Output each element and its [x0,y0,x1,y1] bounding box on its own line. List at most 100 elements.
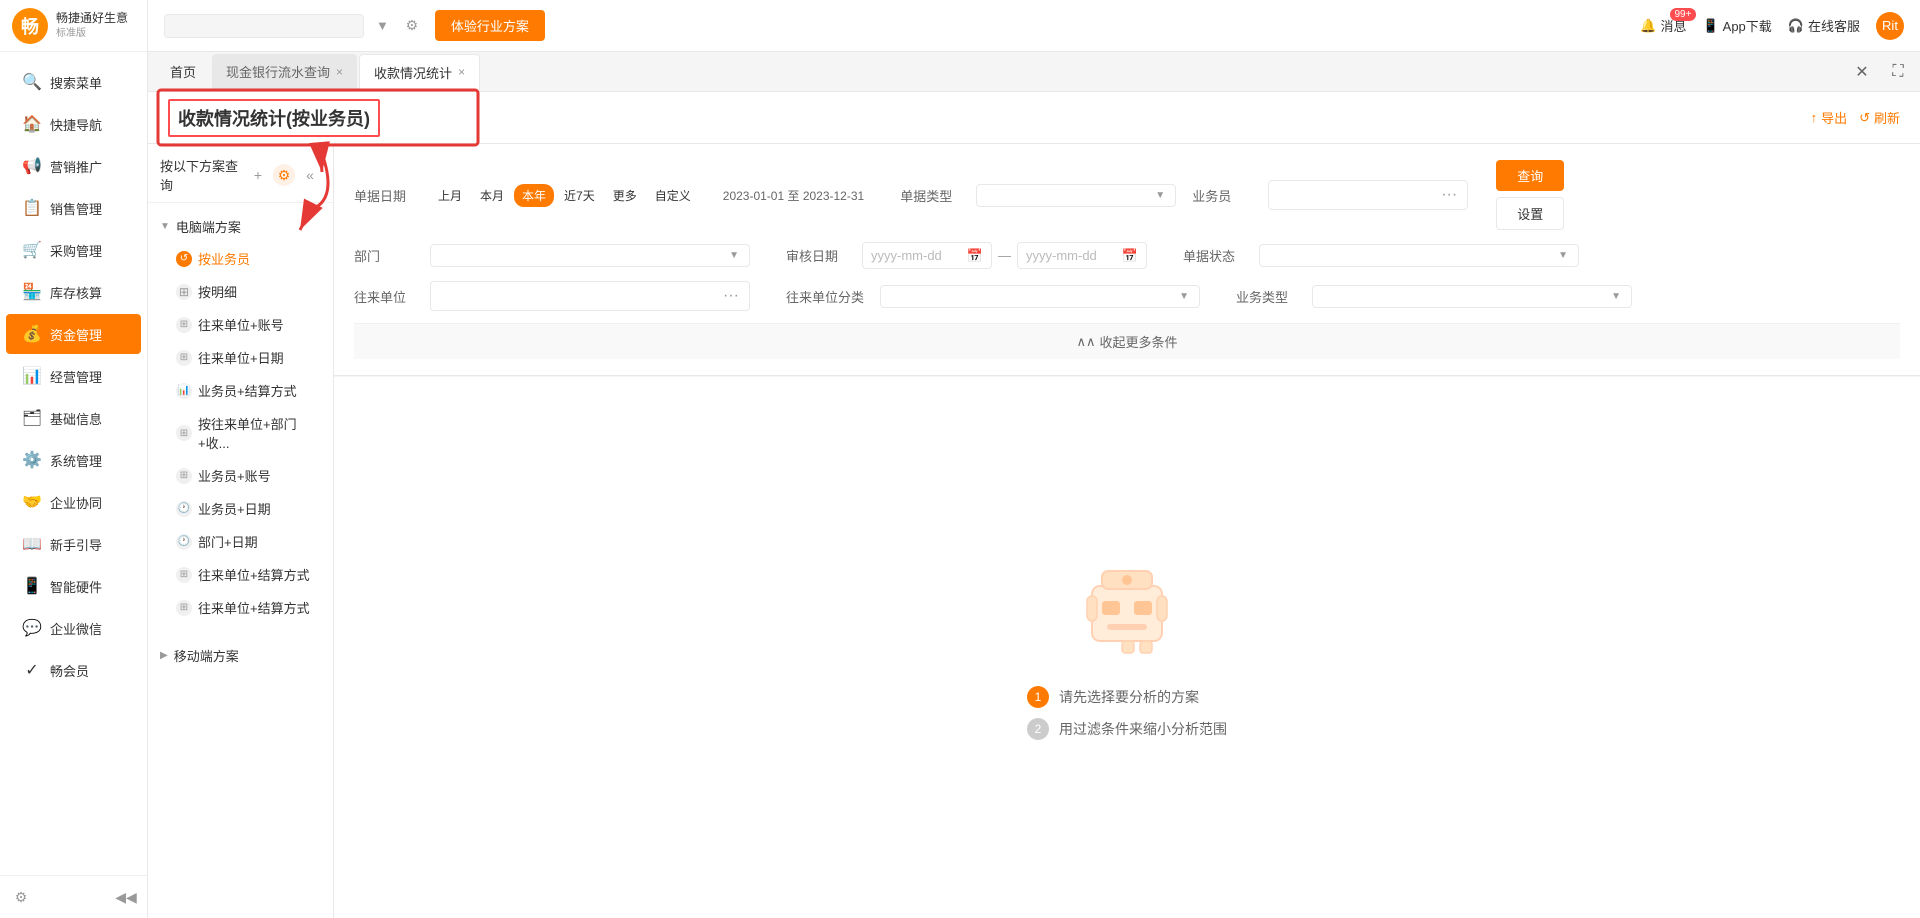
sidebar-item-sales[interactable]: 📋 销售管理 [6,188,141,228]
collapse-panel-icon[interactable]: « [299,164,321,186]
audit-date-end[interactable]: yyyy-mm-dd 📅 [1017,242,1147,269]
scheme-item-dept-date[interactable]: 🕐 部门+日期 [148,525,333,558]
counterpart-type-select[interactable]: ▼ [880,285,1200,308]
user-avatar[interactable]: Rit [1876,12,1904,40]
sidebar-item-label: 快捷导航 [50,115,102,134]
scheme-item-detail[interactable]: ⊞ 按明细 [148,275,333,308]
date-tab-thisyear[interactable]: 本年 [514,184,554,207]
app-download-btn[interactable]: 📱 App下载 [1702,16,1771,35]
scheme-section-pc: ▼ 电脑端方案 ↺ 按业务员 ⊞ 按明细 ⊞ 往来单位+账号 ⊞ 往来单位+ [148,203,333,632]
date-separator: — [998,248,1011,263]
maximize-icon[interactable]: ⛶ [1884,58,1912,86]
scheme-section-title-pc[interactable]: ▼ 电脑端方案 [148,211,333,242]
sidebar-item-guide[interactable]: 📖 新手引导 [6,524,141,564]
sidebar-item-label: 畅会员 [50,661,89,680]
sidebar-item-label: 采购管理 [50,241,102,260]
sidebar-item-search[interactable]: 🔍 搜索菜单 [6,62,141,102]
salesman-more-icon[interactable]: ··· [1441,186,1457,204]
step-num-2: 2 [1027,718,1049,740]
sidebar-item-system[interactable]: ⚙️ 系统管理 [6,440,141,480]
sidebar-item-operation[interactable]: 📊 经营管理 [6,356,141,396]
dept-select[interactable]: ▼ [430,244,750,267]
audit-date-label: 审核日期 [786,246,846,265]
scheme-item-salesman-account[interactable]: ⊞ 业务员+账号 [148,459,333,492]
scheme-item-unit-settlement1[interactable]: ⊞ 往来单位+结算方式 [148,558,333,591]
settings-button[interactable]: 设置 [1496,197,1564,230]
item-icon-clock2: 🕐 [176,534,192,550]
scheme-item-unit-dept[interactable]: ⊞ 按往来单位+部门+收... [148,407,333,459]
sidebar-item-quicknav[interactable]: 🏠 快捷导航 [6,104,141,144]
guide-icon: 📖 [22,534,42,554]
finance-icon: 💰 [22,324,42,344]
scheme-item-unit-date[interactable]: ⊞ 往来单位+日期 [148,341,333,374]
breadcrumb-input[interactable] [164,14,364,38]
tabbar: 首页 现金银行流水查询 × 收款情况统计 × ✕ ⛶ [148,52,1920,92]
tab-cashflow-close[interactable]: × [336,65,343,79]
scheme-item-salesman-date[interactable]: 🕐 业务员+日期 [148,492,333,525]
close-window-icon[interactable]: ✕ [1848,58,1876,86]
date-tab-thismonth[interactable]: 本月 [472,184,512,207]
collapse-sidebar-icon[interactable]: ◀◀ [115,886,137,908]
tab-collections[interactable]: 收款情况统计 × [359,54,480,90]
messages-btn[interactable]: 🔔 消息 99+ [1640,16,1686,35]
sidebar-item-cooperation[interactable]: 🤝 企业协同 [6,482,141,522]
doc-type-select[interactable]: ▼ [976,184,1176,207]
counterpart-more-icon[interactable]: ··· [723,287,739,305]
item-icon-grid4: ⊞ [176,468,192,484]
sidebar-item-hardware[interactable]: 📱 智能硬件 [6,566,141,606]
online-service-btn[interactable]: 🎧 在线客服 [1788,16,1860,35]
sidebar-item-finance[interactable]: 💰 资金管理 [6,314,141,354]
sidebar-item-wechat[interactable]: 💬 企业微信 [6,608,141,648]
tab-collections-close[interactable]: × [458,65,465,79]
scheme-settings-icon[interactable]: ⚙ [273,164,295,186]
service-icon: 🎧 [1788,18,1804,34]
settings-bottom-icon[interactable]: ⚙ [10,886,32,908]
export-btn[interactable]: ↑ 导出 [1811,108,1848,127]
scheme-item-unit-account[interactable]: ⊞ 往来单位+账号 [148,308,333,341]
tab-cashflow[interactable]: 现金银行流水查询 × [212,54,357,90]
dept-chevron: ▼ [729,250,739,261]
gear-icon[interactable]: ⚙ [401,15,423,37]
quicknav-icon: 🏠 [22,114,42,134]
item-icon-grid6: ⊞ [176,600,192,616]
section-arrow-right: ▶ [160,650,168,661]
sidebar-item-marketing[interactable]: 📢 营销推广 [6,146,141,186]
empty-step-1: 1 请先选择要分析的方案 [1027,686,1227,708]
filter-area: 单据日期 上月 本月 本年 近7天 更多 自定义 2023-01-01 至 20… [334,144,1920,376]
sidebar-item-basic[interactable]: 🗂 基础信息 [6,398,141,438]
scheme-item-unit-settlement2[interactable]: ⊞ 往来单位+结算方式 [148,591,333,624]
date-tab-lastmonth[interactable]: 上月 [430,184,470,207]
empty-state: 1 请先选择要分析的方案 2 用过滤条件来缩小分析范围 [334,377,1920,918]
salesman-select[interactable]: ··· [1268,180,1468,210]
calendar-icon-end[interactable]: 📅 [1122,248,1138,264]
scheme-section-title-mobile[interactable]: ▶ 移动端方案 [148,640,333,671]
date-tab-custom[interactable]: 自定义 [647,184,699,207]
add-scheme-icon[interactable]: + [247,164,269,186]
topbar-left: ▼ ⚙ 体验行业方案 [164,10,545,41]
topbar: ▼ ⚙ 体验行业方案 🔔 消息 99+ 📱 App下载 🎧 在线客服 Rit [148,0,1920,52]
scheme-item-salesman-settlement[interactable]: 📊 业务员+结算方式 [148,374,333,407]
date-tab-7days[interactable]: 近7天 [556,184,603,207]
topbar-right: 🔔 消息 99+ 📱 App下载 🎧 在线客服 Rit [1640,12,1904,40]
sidebar-item-purchase[interactable]: 🛒 采购管理 [6,230,141,270]
inventory-icon: 🏪 [22,282,42,302]
doc-status-select[interactable]: ▼ [1259,244,1579,267]
sidebar-item-inventory[interactable]: 🏪 库存核算 [6,272,141,312]
item-icon-grid1: ⊞ [176,317,192,333]
doc-status-label: 单据状态 [1183,246,1243,265]
scheme-section-mobile: ▶ 移动端方案 [148,632,333,679]
calendar-icon-start[interactable]: 📅 [967,248,983,264]
sidebar-item-member[interactable]: ✓ 畅会员 [6,650,141,690]
trial-btn[interactable]: 体验行业方案 [435,10,545,41]
collapse-filter-btn[interactable]: ∧∧ 收起更多条件 [354,323,1900,359]
query-button[interactable]: 查询 [1496,160,1564,191]
audit-date-start[interactable]: yyyy-mm-dd 📅 [862,242,992,269]
biz-type-select[interactable]: ▼ [1312,285,1632,308]
date-tab-more[interactable]: 更多 [605,184,645,207]
counterpart-select[interactable]: ··· [430,281,750,311]
scheme-item-salesman[interactable]: ↺ 按业务员 [148,242,333,275]
date-tabs: 上月 本月 本年 近7天 更多 自定义 [430,184,699,207]
dropdown-icon[interactable]: ▼ [376,18,389,33]
refresh-btn[interactable]: ↺ 刷新 [1859,108,1900,127]
tab-home[interactable]: 首页 [156,54,210,90]
